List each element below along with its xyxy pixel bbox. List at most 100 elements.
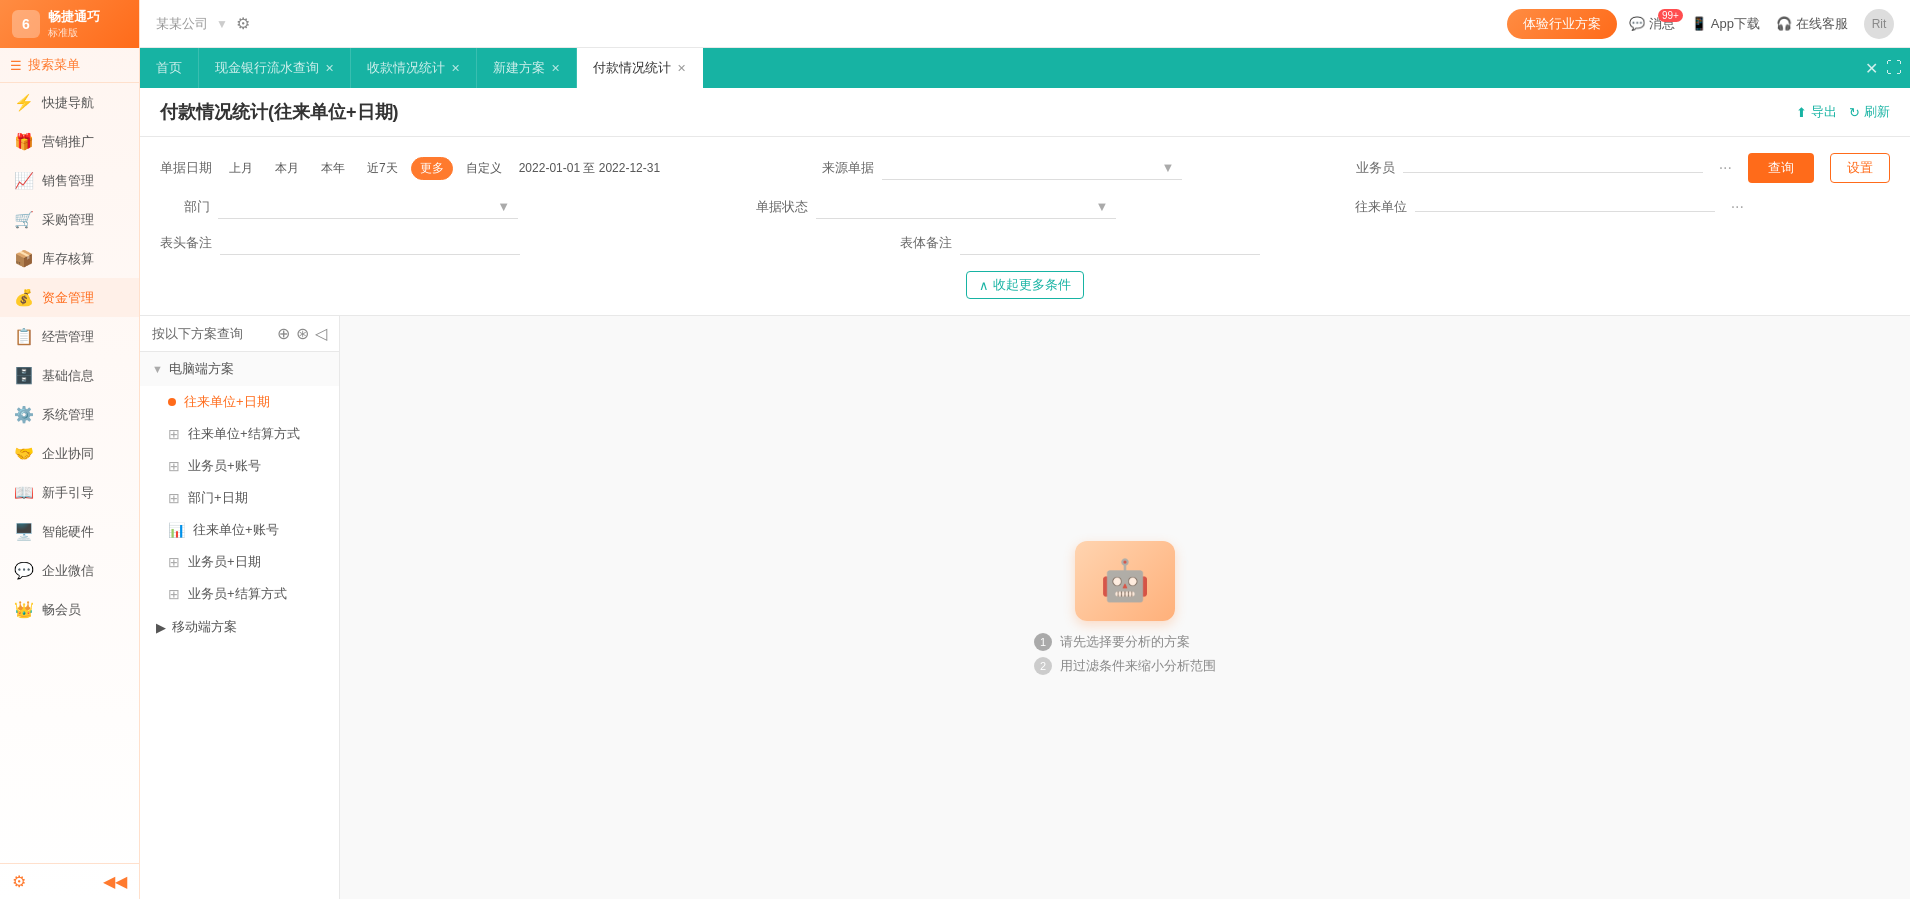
search-button[interactable]: 查询	[1748, 153, 1814, 183]
tab-new-plan[interactable]: 新建方案✕	[477, 48, 577, 88]
salesman-label: 业务员	[1345, 159, 1395, 177]
collapse-label: 收起更多条件	[993, 276, 1071, 294]
scheme-header-actions: ⊕ ⊛ ◁	[277, 324, 327, 343]
partner-dots[interactable]: ···	[1731, 198, 1744, 216]
sidebar-item-sales[interactable]: 📈 销售管理	[0, 161, 139, 200]
dept-select[interactable]: ▼	[218, 195, 518, 219]
service-button[interactable]: 🎧 在线客服	[1776, 15, 1848, 33]
expand-tab-icon[interactable]: ⛶	[1886, 59, 1902, 77]
more-date-btn[interactable]: 更多	[411, 157, 453, 180]
filter-row-1: 单据日期 上月 本月 本年 近7天 更多 自定义 2022-01-01 至 20…	[160, 153, 1890, 183]
collapse-scheme-icon[interactable]: ◁	[315, 324, 327, 343]
partner-select[interactable]	[1415, 203, 1715, 212]
empty-steps: 1 请先选择要分析的方案 2 用过滤条件来缩小分析范围	[1034, 633, 1216, 675]
sidebar-item-inventory[interactable]: 📦 库存核算	[0, 239, 139, 278]
tab-home[interactable]: 首页	[140, 48, 199, 88]
scheme-item-label: 部门+日期	[188, 489, 248, 507]
manage-scheme-icon[interactable]: ⊛	[296, 324, 309, 343]
date-filter: 单据日期 上月 本月 本年 近7天 更多 自定义 2022-01-01 至 20…	[160, 157, 660, 180]
tab-label-home: 首页	[156, 59, 182, 77]
source-filter: 来源单据 ▼	[822, 156, 1182, 180]
service-label: 在线客服	[1796, 15, 1848, 33]
notify-button[interactable]: 💬 消息 99+	[1629, 15, 1675, 33]
topbar-settings-icon[interactable]: ⚙	[236, 14, 250, 33]
last-month-btn[interactable]: 上月	[220, 157, 262, 180]
sidebar-item-system[interactable]: ⚙️ 系统管理	[0, 395, 139, 434]
sidebar-item-cooperation[interactable]: 🤝 企业协同	[0, 434, 139, 473]
sidebar-nav: ⚡ 快捷导航 🎁 营销推广 📈 销售管理 🛒 采购管理 📦 库存核算 💰 资金管…	[0, 83, 139, 863]
sidebar-item-quick-nav[interactable]: ⚡ 快捷导航	[0, 83, 139, 122]
tab-payment-stat[interactable]: 付款情况统计✕	[577, 48, 703, 88]
collapse-conditions-button[interactable]: ∧ 收起更多条件	[966, 271, 1084, 299]
header-note-input[interactable]	[220, 231, 520, 255]
scheme-item-salesman-settle[interactable]: ⊞ 业务员+结算方式	[140, 578, 339, 610]
export-button[interactable]: ⬆ 导出	[1796, 103, 1837, 121]
sidebar-icon-marketing: 🎁	[14, 132, 34, 151]
tab-close-receipt[interactable]: ✕	[451, 62, 460, 75]
page-title: 付款情况统计(往来单位+日期)	[160, 100, 399, 124]
sidebar-item-guide[interactable]: 📖 新手引导	[0, 473, 139, 512]
body-note-input[interactable]	[960, 231, 1260, 255]
desktop-group-arrow: ▼	[152, 363, 163, 375]
export-icon: ⬆	[1796, 105, 1807, 120]
custom-date-btn[interactable]: 自定义	[457, 157, 511, 180]
scheme-item-salesman-account[interactable]: ⊞ 业务员+账号	[140, 450, 339, 482]
this-month-btn[interactable]: 本月	[266, 157, 308, 180]
salesman-dots[interactable]: ···	[1719, 159, 1732, 177]
mobile-group-label: 移动端方案	[172, 618, 237, 636]
sidebar-label-purchase: 采购管理	[42, 211, 94, 229]
sidebar-label-wechat: 企业微信	[42, 562, 94, 580]
refresh-button[interactable]: ↻ 刷新	[1849, 103, 1890, 121]
data-display-area: 🤖 1 请先选择要分析的方案 2 用过滤条件来缩小分析范围	[340, 316, 1910, 899]
docstatus-select[interactable]: ▼	[816, 195, 1116, 219]
close-tab-icon[interactable]: ✕	[1865, 59, 1878, 78]
tab-close-payment-stat[interactable]: ✕	[677, 62, 686, 75]
page-header: 付款情况统计(往来单位+日期) ⬆ 导出 ↻ 刷新	[140, 88, 1910, 137]
tab-close-bank[interactable]: ✕	[325, 62, 334, 75]
salesman-select[interactable]	[1403, 164, 1703, 173]
app-download-button[interactable]: 📱 App下载	[1691, 15, 1760, 33]
table-icon: ⊞	[168, 458, 180, 474]
sidebar-icon-cooperation: 🤝	[14, 444, 34, 463]
mobile-group-header[interactable]: ▶ 移动端方案	[140, 610, 339, 644]
scheme-item-partner-date[interactable]: 往来单位+日期	[140, 386, 339, 418]
filter-settings-button[interactable]: 设置	[1830, 153, 1890, 183]
source-select[interactable]: ▼	[882, 156, 1182, 180]
sidebar-icon-sales: 📈	[14, 171, 34, 190]
main-area: 某某公司 ▼ ⚙ 体验行业方案 💬 消息 99+ 📱 App下载 🎧 在线客服 …	[140, 0, 1910, 899]
add-scheme-icon[interactable]: ⊕	[277, 324, 290, 343]
logo-area: 6 畅捷通巧 标准版	[0, 0, 139, 48]
scheme-item-salesman-date[interactable]: ⊞ 业务员+日期	[140, 546, 339, 578]
notify-badge: 99+	[1658, 9, 1683, 22]
last7days-btn[interactable]: 近7天	[358, 157, 407, 180]
sidebar-item-wechat[interactable]: 💬 企业微信	[0, 551, 139, 590]
page-actions: ⬆ 导出 ↻ 刷新	[1796, 103, 1890, 121]
empty-step-2: 2 用过滤条件来缩小分析范围	[1034, 657, 1216, 675]
step2-text: 用过滤条件来缩小分析范围	[1060, 657, 1216, 675]
trial-button[interactable]: 体验行业方案	[1507, 9, 1617, 39]
sidebar-item-purchase[interactable]: 🛒 采购管理	[0, 200, 139, 239]
settings-icon[interactable]: ⚙	[12, 872, 26, 891]
search-menu-label: 搜索菜单	[28, 56, 80, 74]
scheme-item-dept-date[interactable]: ⊞ 部门+日期	[140, 482, 339, 514]
tab-receipt[interactable]: 收款情况统计✕	[351, 48, 477, 88]
sidebar-item-hardware[interactable]: 🖥️ 智能硬件	[0, 512, 139, 551]
this-year-btn[interactable]: 本年	[312, 157, 354, 180]
scheme-item-partner-settle[interactable]: ⊞ 往来单位+结算方式	[140, 418, 339, 450]
step-num-1: 1	[1034, 633, 1052, 651]
tab-bank[interactable]: 现金银行流水查询✕	[199, 48, 351, 88]
sidebar-item-marketing[interactable]: 🎁 营销推广	[0, 122, 139, 161]
table-icon: ⊞	[168, 586, 180, 602]
desktop-group-header[interactable]: ▼ 电脑端方案	[140, 352, 339, 386]
scheme-item-partner-account[interactable]: 📊 往来单位+账号	[140, 514, 339, 546]
tab-close-new-plan[interactable]: ✕	[551, 62, 560, 75]
sidebar-label-member: 畅会员	[42, 601, 81, 619]
sidebar-item-finance[interactable]: 💰 资金管理	[0, 278, 139, 317]
collapse-sidebar-icon[interactable]: ◀◀	[103, 872, 127, 891]
sidebar-item-operation[interactable]: 📋 经营管理	[0, 317, 139, 356]
sidebar-item-member[interactable]: 👑 畅会员	[0, 590, 139, 629]
search-menu[interactable]: ☰ 搜索菜单	[0, 48, 139, 83]
sidebar-label-marketing: 营销推广	[42, 133, 94, 151]
sidebar-item-basic[interactable]: 🗄️ 基础信息	[0, 356, 139, 395]
user-avatar[interactable]: Rit	[1864, 9, 1894, 39]
